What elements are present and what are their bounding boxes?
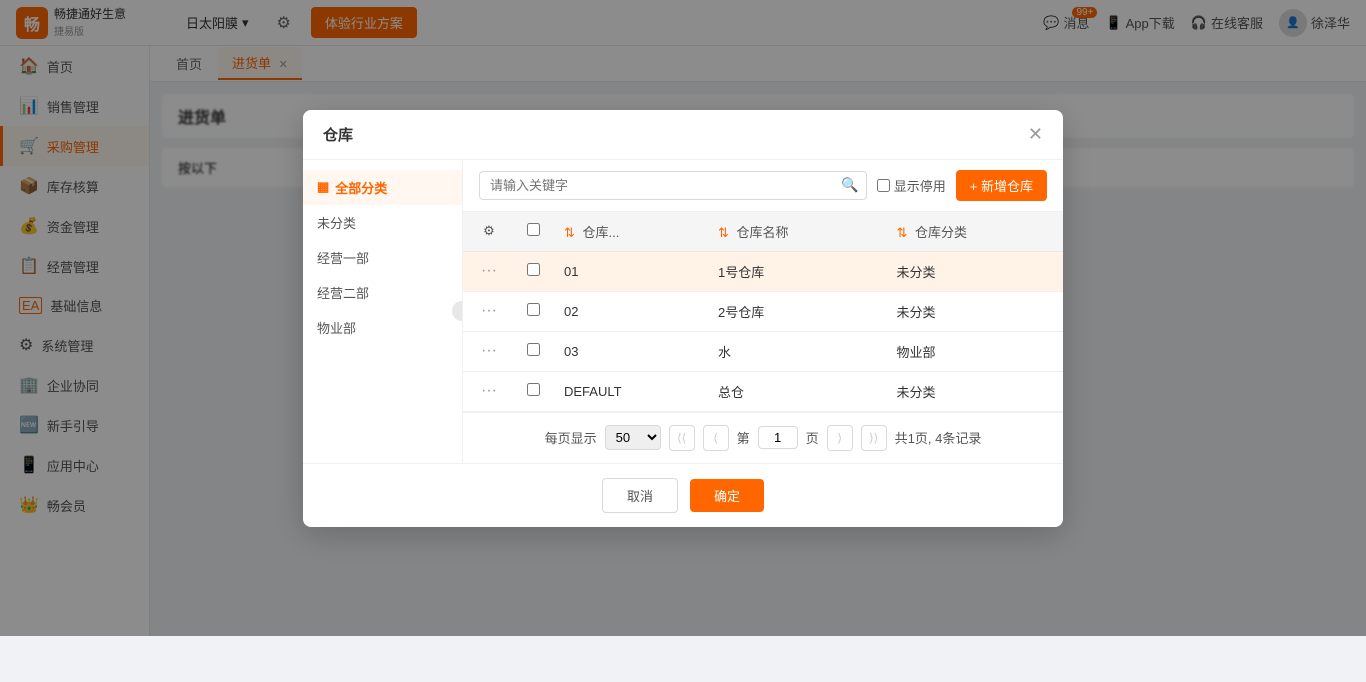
- category-all[interactable]: ▦ 全部分类: [303, 170, 462, 205]
- modal-body: ▦ 全部分类 未分类 经营一部 经营二部 物业部 《: [303, 160, 1063, 463]
- search-input-wrap: 🔍: [479, 171, 867, 200]
- td-name-2: 水: [706, 331, 885, 371]
- th-gear: ⚙: [463, 212, 515, 252]
- cat-label-0: 未分类: [317, 216, 356, 231]
- row-more-button-2[interactable]: ···: [475, 340, 503, 361]
- td-code-1: 02: [552, 291, 706, 331]
- data-table: ⚙ ⇅ 仓库... ⇅: [463, 212, 1063, 412]
- table-row[interactable]: ··· DEFAULT 总仓 未分类: [463, 371, 1063, 411]
- add-warehouse-button[interactable]: + 新增仓库: [956, 170, 1047, 201]
- per-page-label: 每页显示: [545, 428, 597, 447]
- td-actions-0: ···: [463, 251, 515, 291]
- prev-page-button[interactable]: ⟨: [703, 425, 729, 451]
- sort-icon-cat: ⇅: [896, 225, 907, 240]
- th-category: ⇅ 仓库分类: [884, 212, 1063, 252]
- table-toolbar: 🔍 显示停用 + 新增仓库: [463, 160, 1063, 212]
- category-item-3[interactable]: 物业部: [303, 310, 462, 345]
- category-item-1[interactable]: 经营一部: [303, 240, 462, 275]
- sort-icon-code: ⇅: [564, 225, 575, 240]
- category-panel: ▦ 全部分类 未分类 经营一部 经营二部 物业部 《: [303, 160, 463, 463]
- td-category-3: 未分类: [884, 371, 1063, 411]
- td-name-3: 总仓: [706, 371, 885, 411]
- td-code-3: DEFAULT: [552, 371, 706, 411]
- table-row[interactable]: ··· 01 1号仓库 未分类: [463, 251, 1063, 291]
- page-label: 第: [737, 428, 750, 447]
- row-checkbox-1[interactable]: [527, 303, 540, 316]
- cat-label-2: 经营二部: [317, 286, 369, 301]
- cat-label-1: 经营一部: [317, 251, 369, 266]
- td-check-2: [515, 331, 552, 371]
- gear-table-icon[interactable]: ⚙: [483, 223, 495, 238]
- first-page-button[interactable]: ⟨⟨: [669, 425, 695, 451]
- td-category-2: 物业部: [884, 331, 1063, 371]
- th-name: ⇅ 仓库名称: [706, 212, 885, 252]
- per-page-select[interactable]: 50 20 100: [605, 425, 661, 450]
- page-unit: 页: [806, 428, 819, 447]
- td-name-1: 2号仓库: [706, 291, 885, 331]
- select-all-checkbox[interactable]: [527, 223, 540, 236]
- row-checkbox-0[interactable]: [527, 263, 540, 276]
- row-more-button-0[interactable]: ···: [475, 260, 503, 281]
- td-code-0: 01: [552, 251, 706, 291]
- cat-label-3: 物业部: [317, 321, 356, 336]
- show-disabled-checkbox[interactable]: [877, 179, 890, 192]
- cancel-button[interactable]: 取消: [602, 478, 678, 513]
- th-code: ⇅ 仓库...: [552, 212, 706, 252]
- category-item-2[interactable]: 经营二部: [303, 275, 462, 310]
- page-input[interactable]: [758, 426, 798, 449]
- category-item-0[interactable]: 未分类: [303, 205, 462, 240]
- td-name-0: 1号仓库: [706, 251, 885, 291]
- modal-footer: 取消 确定: [303, 463, 1063, 527]
- grid-icon: ▦: [317, 179, 329, 195]
- show-disabled-label: 显示停用: [894, 176, 946, 195]
- table-row[interactable]: ··· 03 水 物业部: [463, 331, 1063, 371]
- warehouse-table: ⚙ ⇅ 仓库... ⇅: [463, 212, 1063, 412]
- last-page-button[interactable]: ⟩⟩: [861, 425, 887, 451]
- td-check-3: [515, 371, 552, 411]
- warehouse-search-input[interactable]: [479, 171, 867, 200]
- modal-close-button[interactable]: ✕: [1028, 125, 1043, 143]
- td-actions-2: ···: [463, 331, 515, 371]
- th-check: [515, 212, 552, 252]
- td-check-0: [515, 251, 552, 291]
- category-all-label: 全部分类: [335, 178, 387, 197]
- td-category-0: 未分类: [884, 251, 1063, 291]
- show-disabled-checkbox-label[interactable]: 显示停用: [877, 176, 946, 195]
- sort-icon-name: ⇅: [718, 225, 729, 240]
- td-code-2: 03: [552, 331, 706, 371]
- row-more-button-1[interactable]: ···: [475, 300, 503, 321]
- confirm-button[interactable]: 确定: [690, 479, 764, 512]
- warehouse-modal: 仓库 ✕ ▦ 全部分类 未分类 经营一部 经营二部: [303, 110, 1063, 527]
- row-checkbox-2[interactable]: [527, 343, 540, 356]
- modal-title: 仓库: [323, 124, 353, 145]
- row-checkbox-3[interactable]: [527, 383, 540, 396]
- td-check-1: [515, 291, 552, 331]
- table-body: ··· 01 1号仓库 未分类 ··· 02 2号仓库 未分类 ···: [463, 251, 1063, 411]
- td-actions-1: ···: [463, 291, 515, 331]
- table-panel: 🔍 显示停用 + 新增仓库 ⚙: [463, 160, 1063, 463]
- next-page-button[interactable]: ⟩: [827, 425, 853, 451]
- td-category-1: 未分类: [884, 291, 1063, 331]
- modal-header: 仓库 ✕: [303, 110, 1063, 160]
- modal-overlay[interactable]: 仓库 ✕ ▦ 全部分类 未分类 经营一部 经营二部: [0, 0, 1366, 636]
- row-more-button-3[interactable]: ···: [475, 380, 503, 401]
- td-actions-3: ···: [463, 371, 515, 411]
- table-header-row: ⚙ ⇅ 仓库... ⇅: [463, 212, 1063, 252]
- pagination: 每页显示 50 20 100 ⟨⟨ ⟨ 第 页 ⟩ ⟩⟩ 共1页, 4条记录: [463, 412, 1063, 463]
- search-icon: 🔍: [841, 177, 858, 194]
- total-text: 共1页, 4条记录: [895, 428, 982, 447]
- table-row[interactable]: ··· 02 2号仓库 未分类: [463, 291, 1063, 331]
